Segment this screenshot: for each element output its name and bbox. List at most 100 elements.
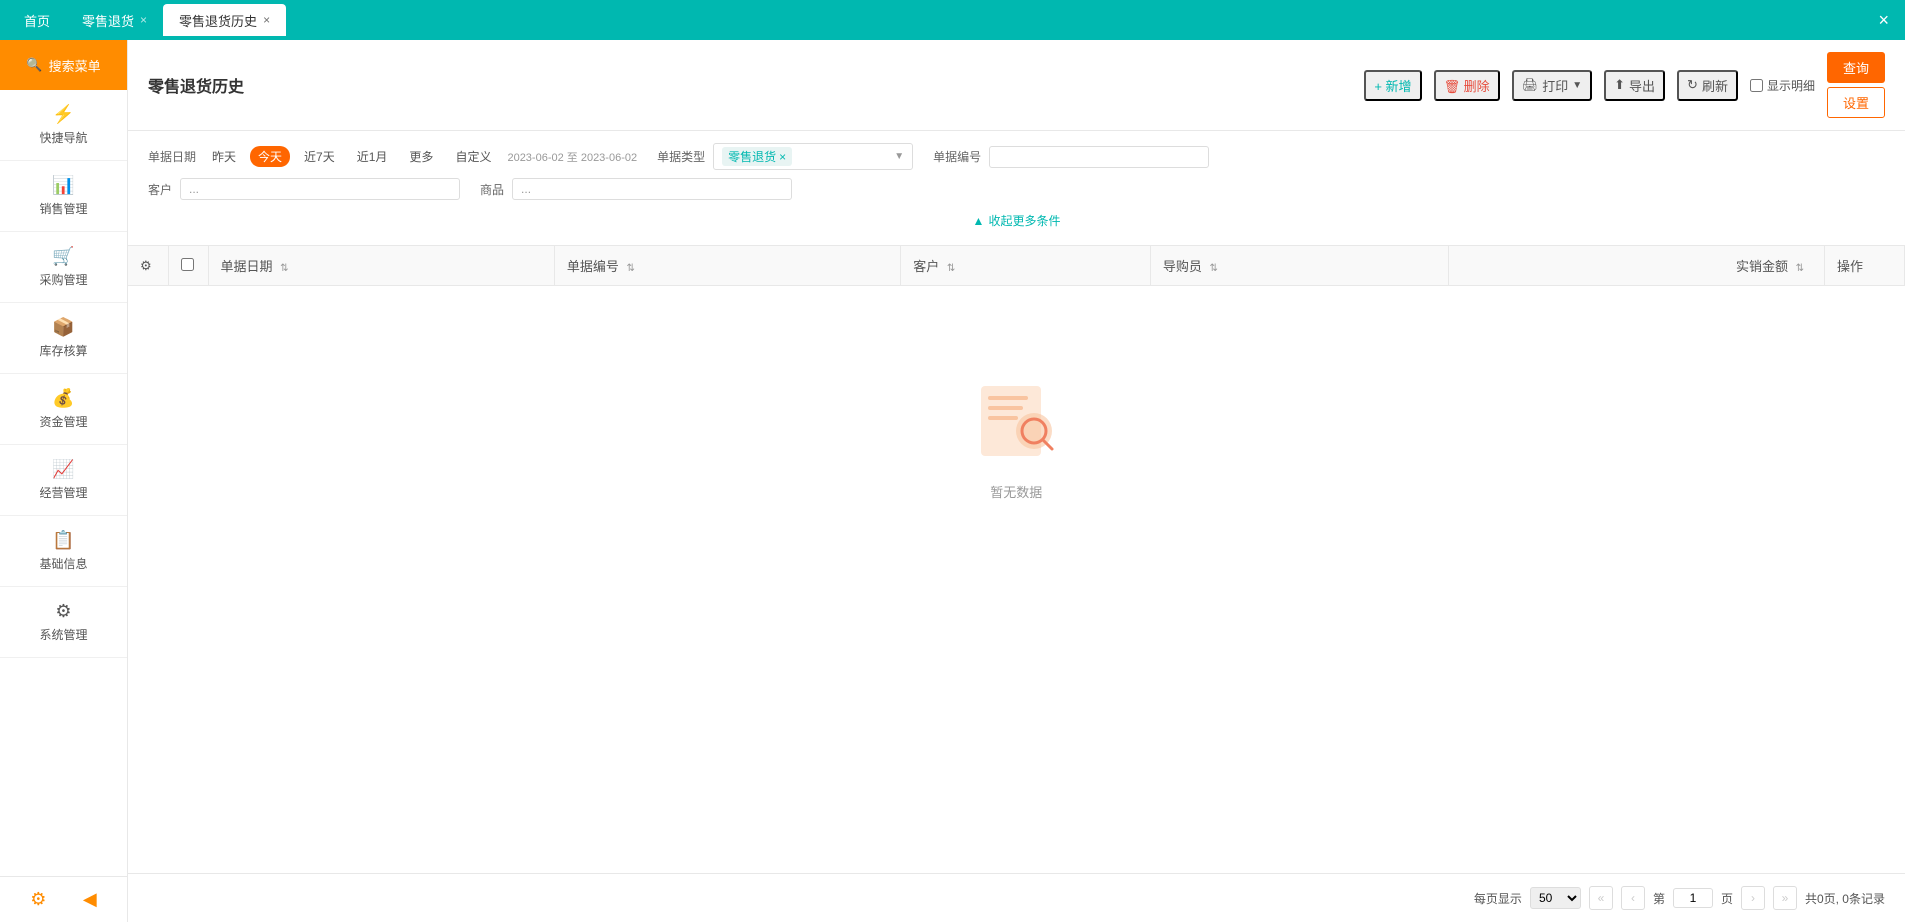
empty-state-icon — [966, 366, 1066, 466]
goods-placeholder: ... — [521, 182, 531, 196]
delete-button[interactable]: 🗑 删除 — [1434, 70, 1500, 101]
sidebar-item-basic-info[interactable]: 📋 基础信息 — [0, 516, 127, 587]
th-date[interactable]: 单据日期 ⇅ — [208, 246, 554, 286]
th-guide[interactable]: 导购员 ⇅ — [1150, 246, 1448, 286]
settings-bottom-icon[interactable]: ⚙ — [30, 889, 46, 910]
page-input[interactable] — [1673, 888, 1713, 908]
page-title: 零售退货历史 — [148, 73, 244, 97]
export-button[interactable]: ⬆ 导出 — [1604, 70, 1665, 101]
number-filter: 单据编号 — [933, 146, 1209, 168]
page-header: 零售退货历史 + 新增 🗑 删除 🖨 🖨 打印 打印 ▼ ⬆ 导出 ↻ 刷新 — [128, 40, 1905, 131]
query-button[interactable]: 查询 — [1827, 52, 1885, 83]
close-tab-retail-return-history[interactable]: × — [263, 13, 270, 27]
filter-row-2: 客户 ... 商品 ... — [148, 178, 1885, 200]
search-icon: 🔍 — [26, 57, 42, 73]
page-unit: 页 — [1721, 890, 1733, 907]
sidebar-item-quick-nav[interactable]: ⚡ 快捷导航 — [0, 90, 127, 161]
date-btn-more[interactable]: 更多 — [401, 146, 441, 167]
finance-icon: 💰 — [52, 388, 74, 409]
sidebar: 🔍 搜索菜单 ⚡ 快捷导航 📊 销售管理 🛒 采购管理 📦 库存核算 💰 资金管… — [0, 40, 128, 922]
customer-filter: 客户 ... — [148, 178, 460, 200]
print-button[interactable]: 🖨 🖨 打印 打印 ▼ — [1512, 70, 1592, 101]
goods-filter: 商品 ... — [480, 178, 792, 200]
th-checkbox — [168, 246, 208, 286]
per-page-label: 每页显示 — [1474, 890, 1522, 907]
type-filter: 单据类型 零售退货 × ▼ — [657, 143, 913, 170]
tab-retail-return[interactable]: 零售退货 × — [66, 4, 163, 36]
tab-retail-return-history[interactable]: 零售退货历史 × — [163, 4, 286, 36]
refresh-button[interactable]: ↻ 刷新 — [1677, 70, 1738, 101]
date-buttons: 昨天 今天 近7天 近1月 更多 自定义 — [204, 146, 499, 167]
sidebar-item-operations[interactable]: 📈 经营管理 — [0, 445, 127, 516]
sort-customer-icon[interactable]: ⇅ — [947, 263, 955, 274]
date-range: 2023-06-02 至 2023-06-02 — [507, 149, 637, 165]
type-tag: 零售退货 × — [722, 147, 792, 166]
th-amount[interactable]: 实销金额 ⇅ — [1448, 246, 1824, 286]
quick-nav-icon: ⚡ — [52, 104, 74, 125]
tab-home[interactable]: 首页 — [8, 4, 66, 36]
number-label: 单据编号 — [933, 148, 981, 165]
collapse-button[interactable]: ▲ 收起更多条件 — [969, 208, 1065, 233]
number-input[interactable] — [989, 146, 1209, 168]
next-page-btn[interactable]: › — [1741, 886, 1765, 910]
table-area: ⚙ 单据日期 ⇅ 单据编号 ⇅ — [128, 246, 1905, 873]
pagination: 每页显示 10 20 50 100 « ‹ 第 页 › » 共0页, 0条记录 — [128, 873, 1905, 922]
print-dropdown-icon[interactable]: ▼ — [1572, 80, 1582, 91]
system-icon: ⚙ — [55, 601, 71, 622]
per-page-select[interactable]: 10 20 50 100 — [1530, 887, 1581, 909]
page-label: 第 — [1653, 890, 1665, 907]
main-layout: 🔍 搜索菜单 ⚡ 快捷导航 📊 销售管理 🛒 采购管理 📦 库存核算 💰 资金管… — [0, 40, 1905, 922]
close-tab-retail-return[interactable]: × — [140, 13, 147, 27]
date-label: 单据日期 — [148, 148, 196, 165]
customer-label: 客户 — [148, 181, 172, 198]
refresh-icon: ↻ — [1687, 77, 1698, 93]
select-all-checkbox[interactable] — [181, 258, 194, 271]
th-customer[interactable]: 客户 ⇅ — [901, 246, 1151, 286]
goods-select[interactable]: ... — [512, 178, 792, 200]
th-number[interactable]: 单据编号 ⇅ — [554, 246, 900, 286]
collapse-sidebar-icon[interactable]: ◀ — [83, 889, 97, 910]
date-btn-7days[interactable]: 近7天 — [296, 146, 343, 167]
sort-guide-icon[interactable]: ⇅ — [1209, 263, 1217, 274]
empty-text: 暂无数据 — [990, 482, 1042, 501]
collapse-row: ▲ 收起更多条件 — [148, 208, 1885, 233]
sort-date-icon[interactable]: ⇅ — [280, 263, 288, 274]
settings-icon[interactable]: ⚙ — [140, 258, 152, 273]
type-dropdown-icon[interactable]: ▼ — [894, 151, 904, 162]
date-btn-yesterday[interactable]: 昨天 — [204, 146, 244, 167]
sidebar-item-sales[interactable]: 📊 销售管理 — [0, 161, 127, 232]
sidebar-item-finance[interactable]: 💰 资金管理 — [0, 374, 127, 445]
customer-placeholder: ... — [189, 182, 199, 196]
content-area: 零售退货历史 + 新增 🗑 删除 🖨 🖨 打印 打印 ▼ ⬆ 导出 ↻ 刷新 — [128, 40, 1905, 922]
sidebar-search[interactable]: 🔍 搜索菜单 — [0, 40, 127, 90]
basic-info-icon: 📋 — [52, 530, 74, 551]
date-btn-custom[interactable]: 自定义 — [447, 146, 499, 167]
type-tag-close[interactable]: × — [779, 150, 786, 164]
sidebar-item-inventory[interactable]: 📦 库存核算 — [0, 303, 127, 374]
show-detail-toggle[interactable]: 显示明细 — [1750, 77, 1815, 94]
window-close-button[interactable]: × — [1870, 6, 1897, 35]
filter-row-1: 单据日期 昨天 今天 近7天 近1月 更多 自定义 2023-06-02 至 2… — [148, 143, 1885, 170]
first-page-btn[interactable]: « — [1589, 886, 1613, 910]
last-page-btn[interactable]: » — [1773, 886, 1797, 910]
customer-select[interactable]: ... — [180, 178, 460, 200]
prev-page-btn[interactable]: ‹ — [1621, 886, 1645, 910]
date-btn-today[interactable]: 今天 — [250, 146, 290, 167]
show-detail-checkbox[interactable] — [1750, 79, 1763, 92]
date-filter: 单据日期 昨天 今天 近7天 近1月 更多 自定义 2023-06-02 至 2… — [148, 146, 637, 167]
sidebar-item-system[interactable]: ⚙ 系统管理 — [0, 587, 127, 658]
top-tab-bar: 首页 零售退货 × 零售退货历史 × × — [0, 0, 1905, 40]
print-icon: 🖨 — [1522, 77, 1539, 93]
type-select[interactable]: 零售退货 × ▼ — [713, 143, 913, 170]
sales-icon: 📊 — [52, 175, 74, 196]
goods-label: 商品 — [480, 181, 504, 198]
data-table: ⚙ 单据日期 ⇅ 单据编号 ⇅ — [128, 246, 1905, 581]
sort-amount-icon[interactable]: ⇅ — [1796, 263, 1804, 274]
sidebar-item-purchase[interactable]: 🛒 采购管理 — [0, 232, 127, 303]
setting-button[interactable]: 设置 — [1827, 87, 1885, 118]
new-button[interactable]: + 新增 — [1364, 70, 1421, 101]
inventory-icon: 📦 — [52, 317, 74, 338]
th-settings[interactable]: ⚙ — [128, 246, 168, 286]
date-btn-1month[interactable]: 近1月 — [349, 146, 396, 167]
sort-number-icon[interactable]: ⇅ — [627, 263, 635, 274]
